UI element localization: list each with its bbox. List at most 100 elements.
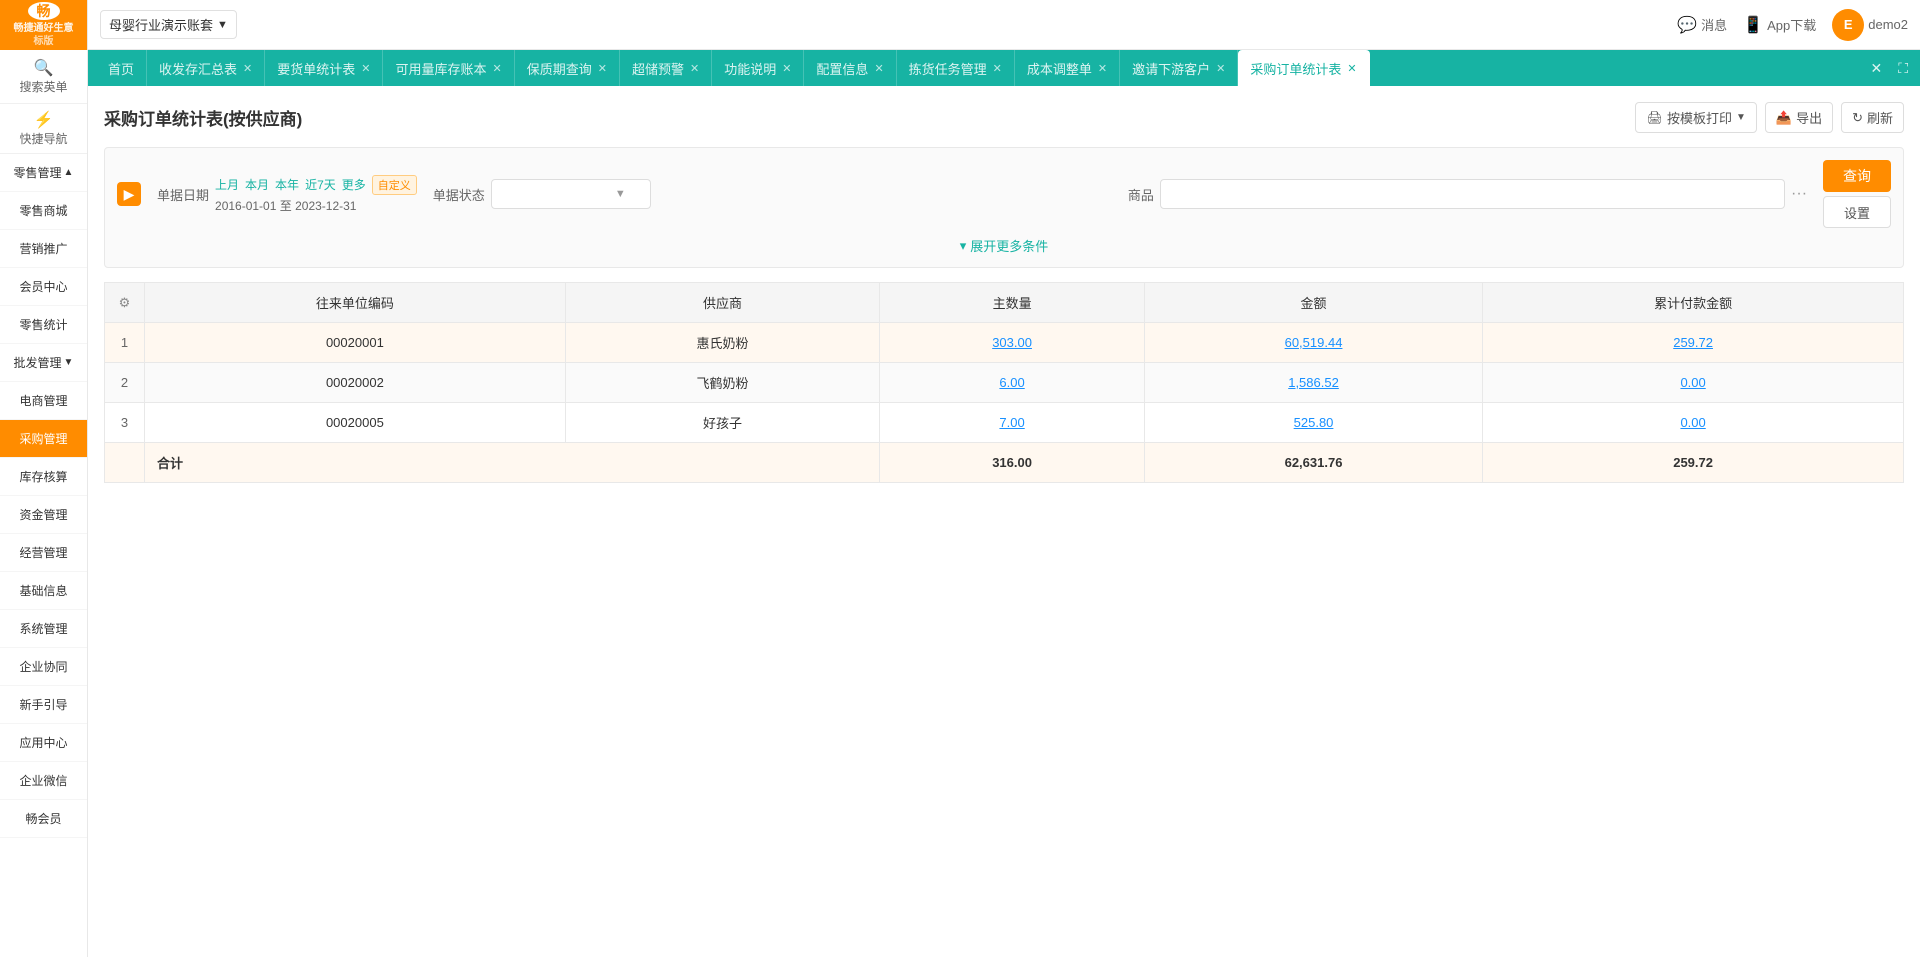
query-buttons: 查询 设置 [1823,160,1891,228]
settings-btn[interactable]: 设置 [1823,196,1891,228]
sidebar-item-retail-mall[interactable]: 零售商城 [0,192,87,230]
sidebar-item-search[interactable]: 🔍 搜索英单 [0,50,87,104]
sidebar-item-marketing[interactable]: 营销推广 [0,230,87,268]
sidebar-item-enterprise-collab[interactable]: 企业协同 [0,648,87,686]
date-this-year[interactable]: 本年 [275,176,299,193]
row-num-1: 2 [105,363,145,403]
topbar-left: 母婴行业演示账套 ▼ [100,10,237,39]
download-icon: 📱 [1743,15,1763,35]
table-footer-row: 合计 316.00 62,631.76 259.72 [105,443,1904,483]
sidebar-item-member[interactable]: 畅会员 [0,800,87,838]
filter-toggle-btn[interactable]: ▶ [117,182,141,206]
status-select[interactable]: ▼ [491,179,651,209]
tab-config-info-close[interactable]: ✕ [874,62,883,75]
refresh-icon: ↻ [1852,110,1863,126]
tab-invite-customer-close[interactable]: ✕ [1216,62,1225,75]
template-print-btn[interactable]: 🖨 按模板打印 ▼ [1635,102,1756,133]
row-code-1: 00020002 [145,363,566,403]
row-amount-2[interactable]: 525.80 [1144,403,1482,443]
refresh-btn[interactable]: ↻ 刷新 [1841,102,1904,133]
tab-receive-send-close[interactable]: ✕ [243,62,252,75]
row-paid-1[interactable]: 0.00 [1483,363,1904,403]
tab-overstock-alert[interactable]: 超储预警 ✕ [620,50,712,86]
chevron-down-icon-print: ▼ [1736,112,1746,123]
sidebar-item-enterprise-wechat[interactable]: 企业微信 [0,762,87,800]
user-menu-btn[interactable]: E demo2 [1832,9,1908,41]
sidebar-item-inventory-check[interactable]: 库存核算 [0,458,87,496]
tab-stock-ledger-close[interactable]: ✕ [493,62,502,75]
expand-more-btn[interactable]: ▾ 展开更多条件 [117,236,1891,255]
tab-order-stats[interactable]: 要货单统计表 ✕ [265,50,383,86]
date-this-month[interactable]: 本月 [245,176,269,193]
tab-expiry-query[interactable]: 保质期查询 ✕ [515,50,620,86]
sidebar-item-quick-nav[interactable]: ⚡ 快捷导航 [0,104,87,154]
export-btn[interactable]: 📤 导出 [1765,102,1833,133]
tab-task-mgmt[interactable]: 拣货任务管理 ✕ [897,50,1015,86]
sidebar-item-operation-mgmt[interactable]: 经营管理 [0,534,87,572]
date-to: 2023-12-31 [295,199,356,213]
sidebar-item-member-center[interactable]: 会员中心 [0,268,87,306]
table-footer: 合计 316.00 62,631.76 259.72 [105,443,1904,483]
tab-overstock-alert-close[interactable]: ✕ [690,62,699,75]
tab-function-desc[interactable]: 功能说明 ✕ [712,50,804,86]
sidebar-item-basic-info[interactable]: 基础信息 [0,572,87,610]
status-label: 单据状态 [433,185,485,204]
goods-more-icon[interactable]: ··· [1791,185,1807,203]
finance-mgmt-label: 资金管理 [19,508,67,522]
member-center-label: 会员中心 [19,280,67,294]
tab-receive-send[interactable]: 收发存汇总表 ✕ [147,50,265,86]
tab-task-mgmt-close[interactable]: ✕ [993,62,1002,75]
tab-expiry-query-close[interactable]: ✕ [598,62,607,75]
sidebar-item-retail-stats[interactable]: 零售统计 [0,306,87,344]
app-download-btn[interactable]: 📱 App下载 [1743,15,1816,35]
tab-receive-send-label: 收发存汇总表 [159,59,237,78]
sidebar-item-ecommerce-mgmt[interactable]: 电商管理 [0,382,87,420]
tab-function-desc-close[interactable]: ✕ [782,62,791,75]
message-btn[interactable]: 💬 消息 [1677,15,1727,35]
refresh-label: 刷新 [1867,108,1893,127]
tab-purchase-stats[interactable]: 采购订单统计表 ✕ [1238,50,1369,86]
tab-order-stats-close[interactable]: ✕ [361,62,370,75]
tab-maximize-icon[interactable]: ⛶ [1894,56,1912,81]
ecommerce-mgmt-label: 电商管理 [19,394,67,408]
row-qty-2[interactable]: 7.00 [880,403,1145,443]
table-settings-header: ⚙ [105,283,145,323]
tab-invite-customer[interactable]: 邀请下游客户 ✕ [1120,50,1238,86]
goods-input[interactable] [1160,179,1785,209]
row-paid-0[interactable]: 259.72 [1483,323,1904,363]
sidebar-item-new-guide[interactable]: 新手引导 [0,686,87,724]
tab-config-info[interactable]: 配置信息 ✕ [804,50,896,86]
row-code-0: 00020001 [145,323,566,363]
tab-stock-ledger[interactable]: 可用量库存账本 ✕ [383,50,514,86]
sidebar-item-finance-mgmt[interactable]: 资金管理 [0,496,87,534]
date-last-7days[interactable]: 近7天 [305,176,336,193]
row-amount-1[interactable]: 1,586.52 [1144,363,1482,403]
app-download-label: App下载 [1767,15,1816,34]
date-last-month[interactable]: 上月 [215,176,239,193]
tab-purchase-stats-close[interactable]: ✕ [1347,62,1356,75]
tabs-bar: 首页 收发存汇总表 ✕ 要货单统计表 ✕ 可用量库存账本 ✕ 保质期查询 ✕ 超… [88,50,1920,86]
tab-home[interactable]: 首页 [96,50,147,86]
sidebar-item-purchase-mgmt[interactable]: 采购管理 [0,420,87,458]
sidebar-item-system-mgmt[interactable]: 系统管理 [0,610,87,648]
tab-close-all-icon[interactable]: ✕ [1866,56,1886,81]
export-label: 导出 [1796,108,1822,127]
workspace-selector[interactable]: 母婴行业演示账套 ▼ [100,10,237,39]
date-custom-badge[interactable]: 自定义 [372,175,417,195]
sidebar-search-label: 搜索英单 [6,78,81,95]
row-paid-2[interactable]: 0.00 [1483,403,1904,443]
tab-cost-adjust[interactable]: 成本调整单 ✕ [1015,50,1120,86]
retail-mgmt-label: 零售管理 [14,164,62,181]
tab-expiry-query-label: 保质期查询 [527,59,592,78]
row-qty-0[interactable]: 303.00 [880,323,1145,363]
sidebar-item-retail-mgmt[interactable]: 零售管理 ▲ [0,154,87,192]
query-btn[interactable]: 查询 [1823,160,1891,192]
sidebar-item-app-center[interactable]: 应用中心 [0,724,87,762]
row-amount-0[interactable]: 60,519.44 [1144,323,1482,363]
date-more[interactable]: 更多 [342,176,366,193]
row-qty-1[interactable]: 6.00 [880,363,1145,403]
tab-cost-adjust-close[interactable]: ✕ [1098,62,1107,75]
chevron-down-icon-status: ▼ [615,188,626,200]
table-settings-icon[interactable]: ⚙ [119,295,131,310]
sidebar-item-wholesale-mgmt[interactable]: 批发管理 ▼ [0,344,87,382]
